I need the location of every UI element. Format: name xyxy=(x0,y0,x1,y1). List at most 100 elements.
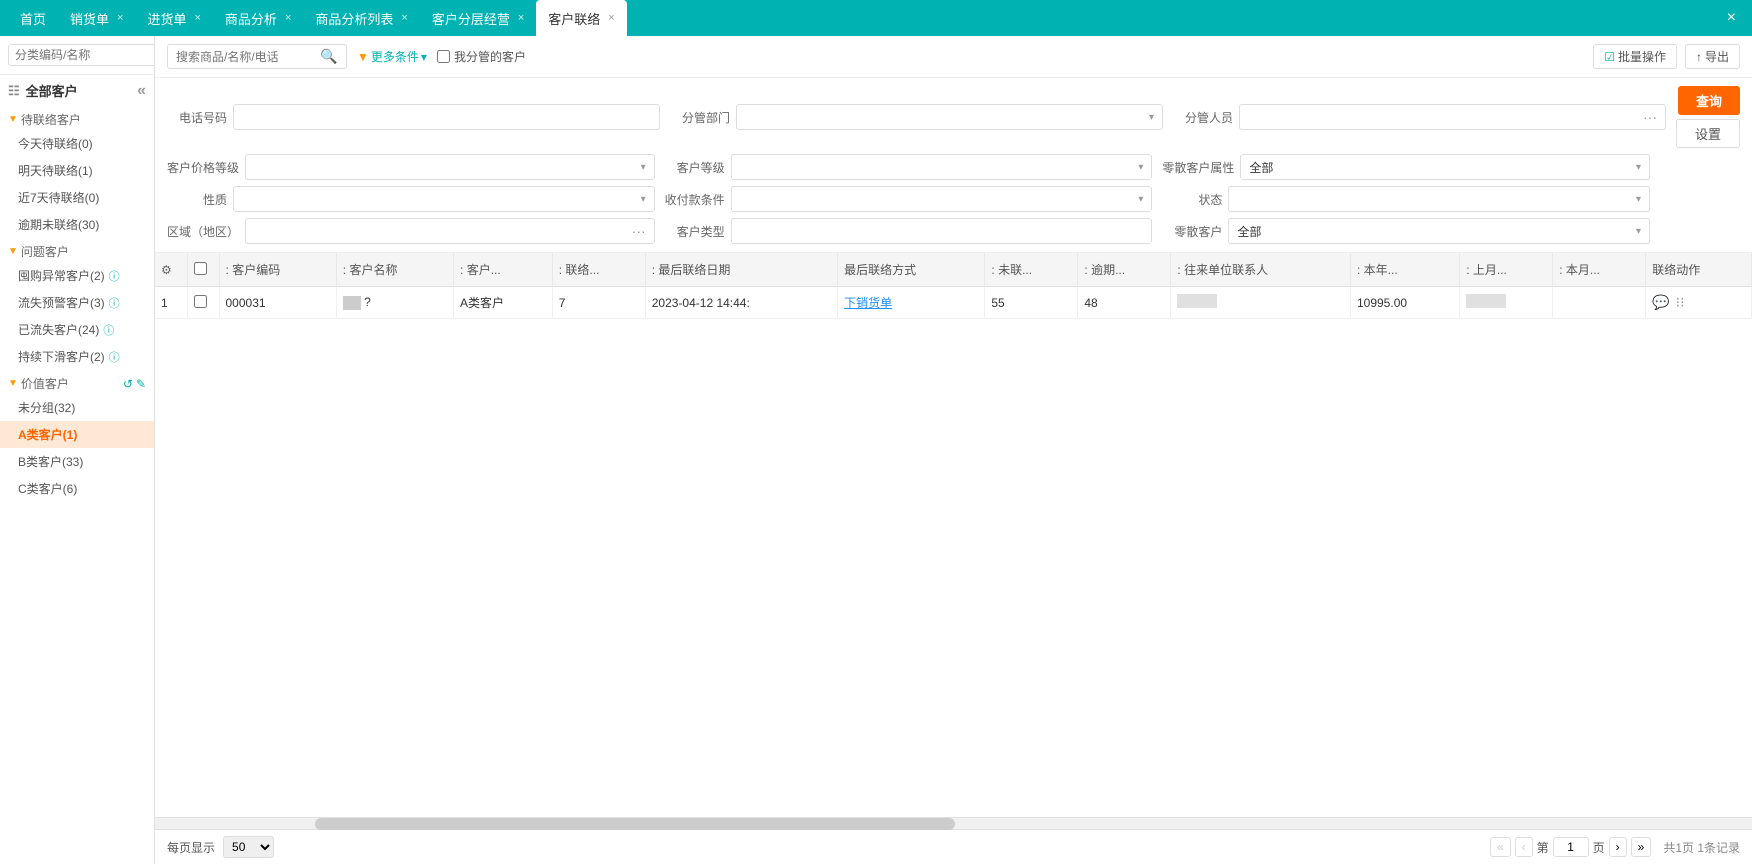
phone-input[interactable] xyxy=(233,104,660,130)
info-icon-4[interactable]: ⓘ xyxy=(109,349,120,365)
refresh-icon[interactable]: ↺ xyxy=(123,377,133,391)
last-page-button[interactable]: » xyxy=(1631,837,1652,857)
my-customers-checkbox[interactable] xyxy=(437,50,450,63)
retail-customer-dropdown[interactable]: 全部 ▾ xyxy=(1228,218,1650,244)
retail-customer-field: 零散客户 全部 ▾ xyxy=(1162,218,1650,244)
page-navigation: « ‹ 第 页 › » 共1页 1条记录 xyxy=(1490,837,1740,857)
retail-attr-dropdown[interactable]: 全部 ▾ xyxy=(1240,154,1650,180)
sidebar-item-class-c[interactable]: C类客户(6) xyxy=(0,475,154,502)
th-this-month[interactable]: : 本月... xyxy=(1553,253,1646,287)
th-customer-type[interactable]: : 客户... xyxy=(454,253,553,287)
sidebar-collapse-button[interactable]: « xyxy=(137,82,146,100)
price-level-field: 客户价格等级 ▾ xyxy=(167,154,655,180)
nav-item-customer-tier[interactable]: 客户分层经营 × xyxy=(420,0,536,36)
th-last-month[interactable]: : 上月... xyxy=(1460,253,1553,287)
close-all-tabs-button[interactable]: × xyxy=(1719,9,1744,27)
dept-dropdown[interactable]: ▾ xyxy=(736,104,1163,130)
batch-operation-button[interactable]: ☑ 批量操作 xyxy=(1593,44,1677,69)
close-analysis-icon[interactable]: × xyxy=(285,12,291,24)
region-input[interactable]: ··· xyxy=(245,218,655,244)
th-customer-code[interactable]: : 客户编码 xyxy=(219,253,336,287)
query-button[interactable]: 查询 xyxy=(1678,86,1740,115)
th-customer-name[interactable]: : 客户名称 xyxy=(336,253,453,287)
retail-attr-field: 零散客户属性 全部 ▾ xyxy=(1162,154,1650,180)
filter-search-input[interactable] xyxy=(176,50,316,64)
nav-item-analysis-list[interactable]: 商品分析列表 × xyxy=(303,0,419,36)
settings-button[interactable]: 设置 xyxy=(1676,119,1740,148)
manager-dots-icon: ··· xyxy=(1643,109,1657,125)
close-analysis-list-icon[interactable]: × xyxy=(401,12,407,24)
info-icon-1[interactable]: ⓘ xyxy=(109,268,120,284)
page-number-input[interactable] xyxy=(1553,837,1589,857)
th-not-contacted[interactable]: : 未联... xyxy=(985,253,1078,287)
cell-checkbox xyxy=(187,287,219,319)
th-contact-count[interactable]: : 联络... xyxy=(552,253,645,287)
group-pending-contact[interactable]: ▼ 待联络客户 xyxy=(0,106,154,130)
nav-item-customer-contact[interactable]: 客户联络 × xyxy=(536,0,626,36)
cell-type: A类客户 xyxy=(454,287,553,319)
group-problem-customers[interactable]: ▼ 问题客户 xyxy=(0,238,154,262)
select-all-checkbox[interactable] xyxy=(194,262,207,275)
row-action-buttons: 💬 ⁝⁝ xyxy=(1652,294,1745,311)
sidebar-item-churned[interactable]: 已流失客户(24) ⓘ xyxy=(0,316,154,343)
prev-page-button[interactable]: ‹ xyxy=(1515,837,1533,857)
more-action-icon[interactable]: ⁝⁝ xyxy=(1676,294,1685,311)
content-area: 🔍 ▼ 更多条件 ▾ 我分管的客户 ☑ 批量操作 ↑ 导出 xyxy=(155,36,1752,864)
scrollbar-thumb[interactable] xyxy=(315,818,955,830)
status-dropdown[interactable]: ▾ xyxy=(1228,186,1650,212)
customer-table: ⚙ : 客户编码 : 客户名称 : 客户... xyxy=(155,253,1752,319)
th-this-year[interactable]: : 本年... xyxy=(1350,253,1459,287)
next-page-button[interactable]: › xyxy=(1609,837,1627,857)
more-conditions-button[interactable]: ▼ 更多条件 ▾ xyxy=(357,48,427,65)
sidebar-item-abnormal-purchase[interactable]: 囤购异常客户(2) ⓘ xyxy=(0,262,154,289)
customer-type-input[interactable] xyxy=(731,218,1153,244)
sidebar-item-class-b[interactable]: B类客户(33) xyxy=(0,448,154,475)
close-purchase-icon[interactable]: × xyxy=(194,12,200,24)
row-checkbox[interactable] xyxy=(194,295,207,308)
adv-filter-row-4: 区域（地区） ··· 客户类型 零散客户 全部 ▾ xyxy=(167,218,1740,244)
info-icon-2[interactable]: ⓘ xyxy=(109,295,120,311)
edit-icon[interactable]: ✎ xyxy=(136,377,146,391)
th-company-contact[interactable]: : 往来单位联系人 xyxy=(1171,253,1351,287)
sidebar-item-declining[interactable]: 持续下滑客户(2) ⓘ xyxy=(0,343,154,370)
manager-input[interactable]: ··· xyxy=(1239,104,1666,130)
close-customer-contact-icon[interactable]: × xyxy=(608,12,614,24)
nav-item-purchase[interactable]: 进货单 × xyxy=(135,0,212,36)
sidebar-search-input[interactable] xyxy=(8,44,155,66)
th-overdue[interactable]: : 逾期... xyxy=(1078,253,1171,287)
sidebar-item-7day-pending[interactable]: 近7天待联络(0) xyxy=(0,184,154,211)
contact-action-icon[interactable]: 💬 xyxy=(1652,294,1669,311)
price-level-dropdown[interactable]: ▾ xyxy=(245,154,655,180)
sidebar-item-today-pending[interactable]: 今天待联络(0) xyxy=(0,130,154,157)
sidebar-item-class-a[interactable]: A类客户(1) xyxy=(0,421,154,448)
sidebar-search-area: 🔍 xyxy=(0,36,154,75)
payment-dropdown[interactable]: ▾ xyxy=(731,186,1153,212)
nav-item-home[interactable]: 首页 xyxy=(8,0,58,36)
settings-gear-icon[interactable]: ⚙ xyxy=(161,263,172,277)
export-button[interactable]: ↑ 导出 xyxy=(1685,44,1740,69)
sidebar-item-overdue-contact[interactable]: 逾期未联络(30) xyxy=(0,211,154,238)
cell-this-year: 10995.00 xyxy=(1350,287,1459,319)
first-page-button[interactable]: « xyxy=(1490,837,1511,857)
nav-item-analysis[interactable]: 商品分析 × xyxy=(213,0,303,36)
sidebar-item-unclassified[interactable]: 未分组(32) xyxy=(0,394,154,421)
th-settings[interactable]: ⚙ xyxy=(155,253,187,287)
all-customers-header[interactable]: ☷ 全部客户 « xyxy=(0,75,154,106)
page-size-select[interactable]: 50 100 200 xyxy=(223,836,274,858)
customer-level-dropdown[interactable]: ▾ xyxy=(731,154,1153,180)
sidebar-item-tomorrow-pending[interactable]: 明天待联络(1) xyxy=(0,157,154,184)
group-value-customers[interactable]: ▼ 价值客户 ↺ ✎ xyxy=(0,370,154,394)
close-sales-icon[interactable]: × xyxy=(117,12,123,24)
advanced-filter-panel: 电话号码 分管部门 ▾ 分管人员 ··· xyxy=(155,78,1752,253)
horizontal-scrollbar[interactable] xyxy=(155,817,1752,829)
info-icon-3[interactable]: ⓘ xyxy=(103,322,114,338)
th-last-contact-method[interactable]: 最后联络方式 xyxy=(838,253,985,287)
nav-item-sales[interactable]: 销货单 × xyxy=(58,0,135,36)
cell-last-method[interactable]: 下销货单 xyxy=(838,287,985,319)
nature-dropdown[interactable]: ▾ xyxy=(233,186,655,212)
th-last-contact-date[interactable]: : 最后联络日期 xyxy=(645,253,837,287)
close-customer-tier-icon[interactable]: × xyxy=(518,12,524,24)
sidebar-item-churn-warning[interactable]: 流失预警客户(3) ⓘ xyxy=(0,289,154,316)
filter-search-icon[interactable]: 🔍 xyxy=(320,48,337,65)
th-contact-action: 联络动作 xyxy=(1646,253,1752,287)
